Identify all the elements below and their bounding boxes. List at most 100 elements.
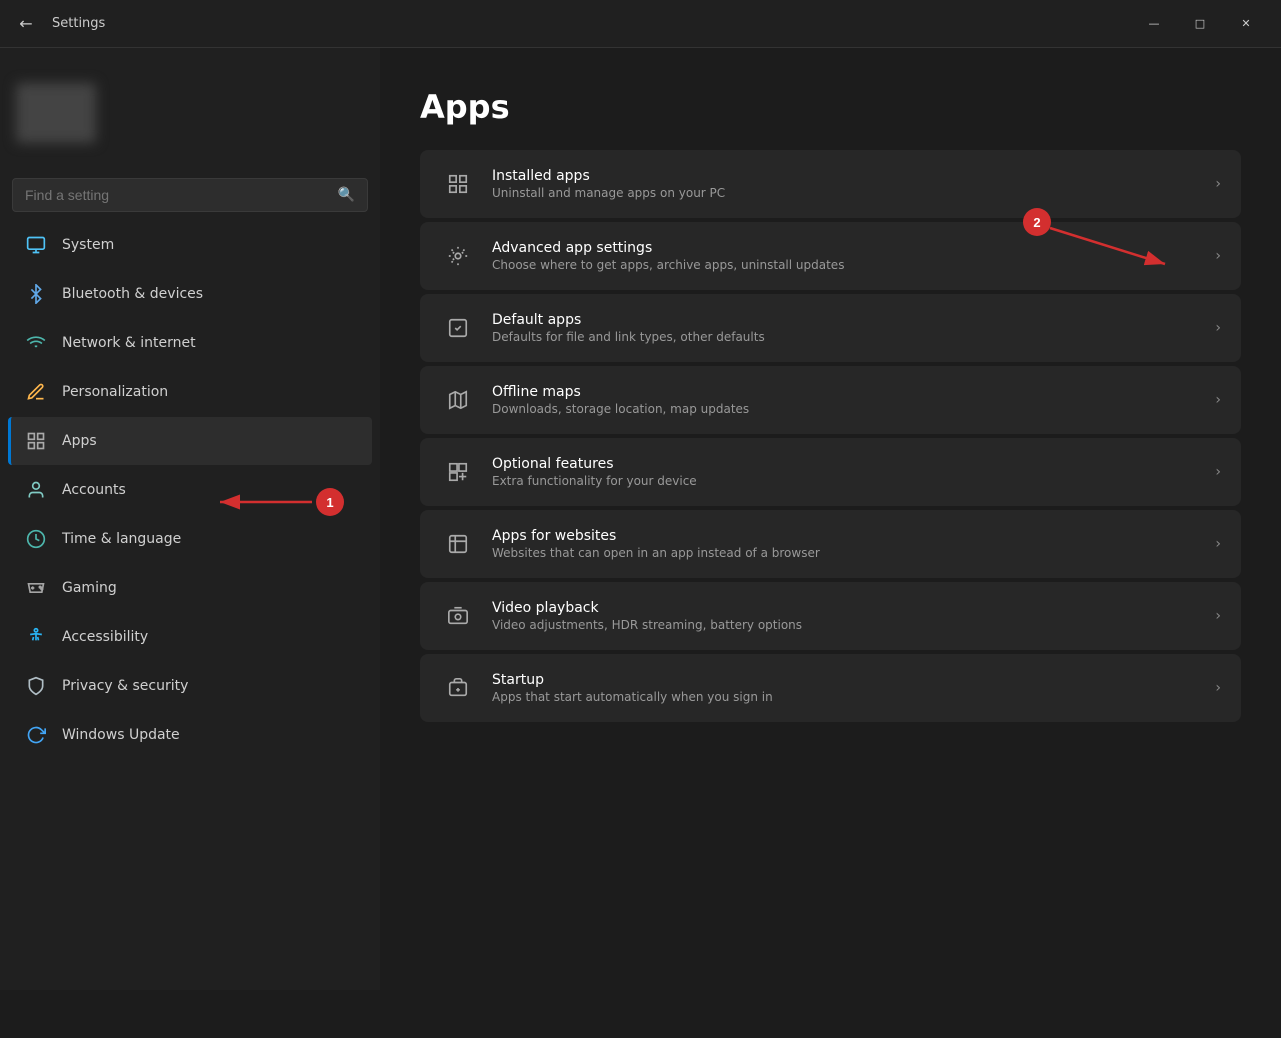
sidebar-item-privacy[interactable]: Privacy & security <box>8 662 372 710</box>
sidebar-item-label: Bluetooth & devices <box>62 286 203 302</box>
update-icon <box>24 723 48 747</box>
optional-features-desc: Extra functionality for your device <box>492 474 1199 488</box>
settings-item-default-apps[interactable]: Default apps Defaults for file and link … <box>420 294 1241 362</box>
installed-apps-icon <box>440 166 476 202</box>
settings-list: Installed apps Uninstall and manage apps… <box>420 150 1241 722</box>
settings-item-video-playback[interactable]: Video playback Video adjustments, HDR st… <box>420 582 1241 650</box>
video-playback-desc: Video adjustments, HDR streaming, batter… <box>492 618 1199 632</box>
settings-item-offline-maps[interactable]: Offline maps Downloads, storage location… <box>420 366 1241 434</box>
settings-item-installed-apps[interactable]: Installed apps Uninstall and manage apps… <box>420 150 1241 218</box>
optional-features-icon <box>440 454 476 490</box>
offline-maps-icon <box>440 382 476 418</box>
settings-item-startup[interactable]: Startup Apps that start automatically wh… <box>420 654 1241 722</box>
default-apps-desc: Defaults for file and link types, other … <box>492 330 1199 344</box>
sidebar-nav: System Bluetooth & devices Network & int… <box>0 220 380 760</box>
apps-for-websites-icon <box>440 526 476 562</box>
video-playback-title: Video playback <box>492 600 1199 616</box>
bluetooth-icon <box>24 282 48 306</box>
advanced-app-settings-chevron: › <box>1215 248 1221 264</box>
sidebar-item-accessibility[interactable]: Accessibility <box>8 613 372 661</box>
settings-item-advanced-app-settings[interactable]: Advanced app settings Choose where to ge… <box>420 222 1241 290</box>
time-icon <box>24 527 48 551</box>
network-icon <box>24 331 48 355</box>
system-icon <box>24 233 48 257</box>
sidebar: 🔍 System Bluetooth & devices Network & i… <box>0 48 380 990</box>
titlebar: ← Settings — □ ✕ <box>0 0 1281 48</box>
default-apps-icon <box>440 310 476 346</box>
sidebar-item-label: System <box>62 237 114 253</box>
optional-features-text: Optional features Extra functionality fo… <box>492 456 1199 488</box>
sidebar-item-label: Windows Update <box>62 727 180 743</box>
advanced-app-settings-icon <box>440 238 476 274</box>
sidebar-item-accounts[interactable]: Accounts <box>8 466 372 514</box>
avatar <box>16 83 96 143</box>
content-area: Apps Installed apps Uninstall and manage… <box>380 48 1281 990</box>
apps-for-websites-title: Apps for websites <box>492 528 1199 544</box>
video-playback-chevron: › <box>1215 608 1221 624</box>
sidebar-item-label: Time & language <box>62 531 181 547</box>
settings-item-apps-for-websites[interactable]: Apps for websites Websites that can open… <box>420 510 1241 578</box>
offline-maps-text: Offline maps Downloads, storage location… <box>492 384 1199 416</box>
search-icon: 🔍 <box>338 187 355 203</box>
installed-apps-chevron: › <box>1215 176 1221 192</box>
accessibility-icon <box>24 625 48 649</box>
accounts-icon <box>24 478 48 502</box>
page-title: Apps <box>420 88 1241 126</box>
sidebar-item-bluetooth[interactable]: Bluetooth & devices <box>8 270 372 318</box>
minimize-button[interactable]: — <box>1131 8 1177 40</box>
sidebar-item-label: Network & internet <box>62 335 196 351</box>
personalization-icon <box>24 380 48 404</box>
sidebar-item-label: Apps <box>62 433 97 449</box>
optional-features-chevron: › <box>1215 464 1221 480</box>
offline-maps-desc: Downloads, storage location, map updates <box>492 402 1199 416</box>
video-playback-icon <box>440 598 476 634</box>
sidebar-item-gaming[interactable]: Gaming <box>8 564 372 612</box>
startup-text: Startup Apps that start automatically wh… <box>492 672 1199 704</box>
installed-apps-title: Installed apps <box>492 168 1199 184</box>
apps-for-websites-chevron: › <box>1215 536 1221 552</box>
app-title: Settings <box>52 16 1119 31</box>
close-button[interactable]: ✕ <box>1223 8 1269 40</box>
search-box[interactable]: 🔍 <box>12 178 368 212</box>
advanced-app-settings-text: Advanced app settings Choose where to ge… <box>492 240 1199 272</box>
startup-desc: Apps that start automatically when you s… <box>492 690 1199 704</box>
gaming-icon <box>24 576 48 600</box>
sidebar-item-time[interactable]: Time & language <box>8 515 372 563</box>
startup-chevron: › <box>1215 680 1221 696</box>
privacy-icon <box>24 674 48 698</box>
back-button[interactable]: ← <box>12 10 40 38</box>
window-controls: — □ ✕ <box>1131 8 1269 40</box>
installed-apps-desc: Uninstall and manage apps on your PC <box>492 186 1199 200</box>
sidebar-item-label: Accessibility <box>62 629 148 645</box>
default-apps-chevron: › <box>1215 320 1221 336</box>
sidebar-item-update[interactable]: Windows Update <box>8 711 372 759</box>
search-input[interactable] <box>25 187 330 203</box>
advanced-app-settings-title: Advanced app settings <box>492 240 1199 256</box>
sidebar-item-label: Accounts <box>62 482 126 498</box>
optional-features-title: Optional features <box>492 456 1199 472</box>
main-layout: 🔍 System Bluetooth & devices Network & i… <box>0 48 1281 990</box>
startup-title: Startup <box>492 672 1199 688</box>
sidebar-item-personalization[interactable]: Personalization <box>8 368 372 416</box>
sidebar-item-network[interactable]: Network & internet <box>8 319 372 367</box>
apps-icon <box>24 429 48 453</box>
default-apps-title: Default apps <box>492 312 1199 328</box>
sidebar-item-system[interactable]: System <box>8 221 372 269</box>
offline-maps-title: Offline maps <box>492 384 1199 400</box>
settings-item-optional-features[interactable]: Optional features Extra functionality fo… <box>420 438 1241 506</box>
sidebar-item-label: Personalization <box>62 384 168 400</box>
installed-apps-text: Installed apps Uninstall and manage apps… <box>492 168 1199 200</box>
sidebar-item-apps[interactable]: Apps <box>8 417 372 465</box>
startup-icon <box>440 670 476 706</box>
advanced-app-settings-desc: Choose where to get apps, archive apps, … <box>492 258 1199 272</box>
apps-for-websites-desc: Websites that can open in an app instead… <box>492 546 1199 560</box>
sidebar-item-label: Gaming <box>62 580 117 596</box>
video-playback-text: Video playback Video adjustments, HDR st… <box>492 600 1199 632</box>
maximize-button[interactable]: □ <box>1177 8 1223 40</box>
default-apps-text: Default apps Defaults for file and link … <box>492 312 1199 344</box>
apps-for-websites-text: Apps for websites Websites that can open… <box>492 528 1199 560</box>
offline-maps-chevron: › <box>1215 392 1221 408</box>
back-icon: ← <box>19 14 32 33</box>
user-area <box>0 48 380 178</box>
sidebar-item-label: Privacy & security <box>62 678 188 694</box>
